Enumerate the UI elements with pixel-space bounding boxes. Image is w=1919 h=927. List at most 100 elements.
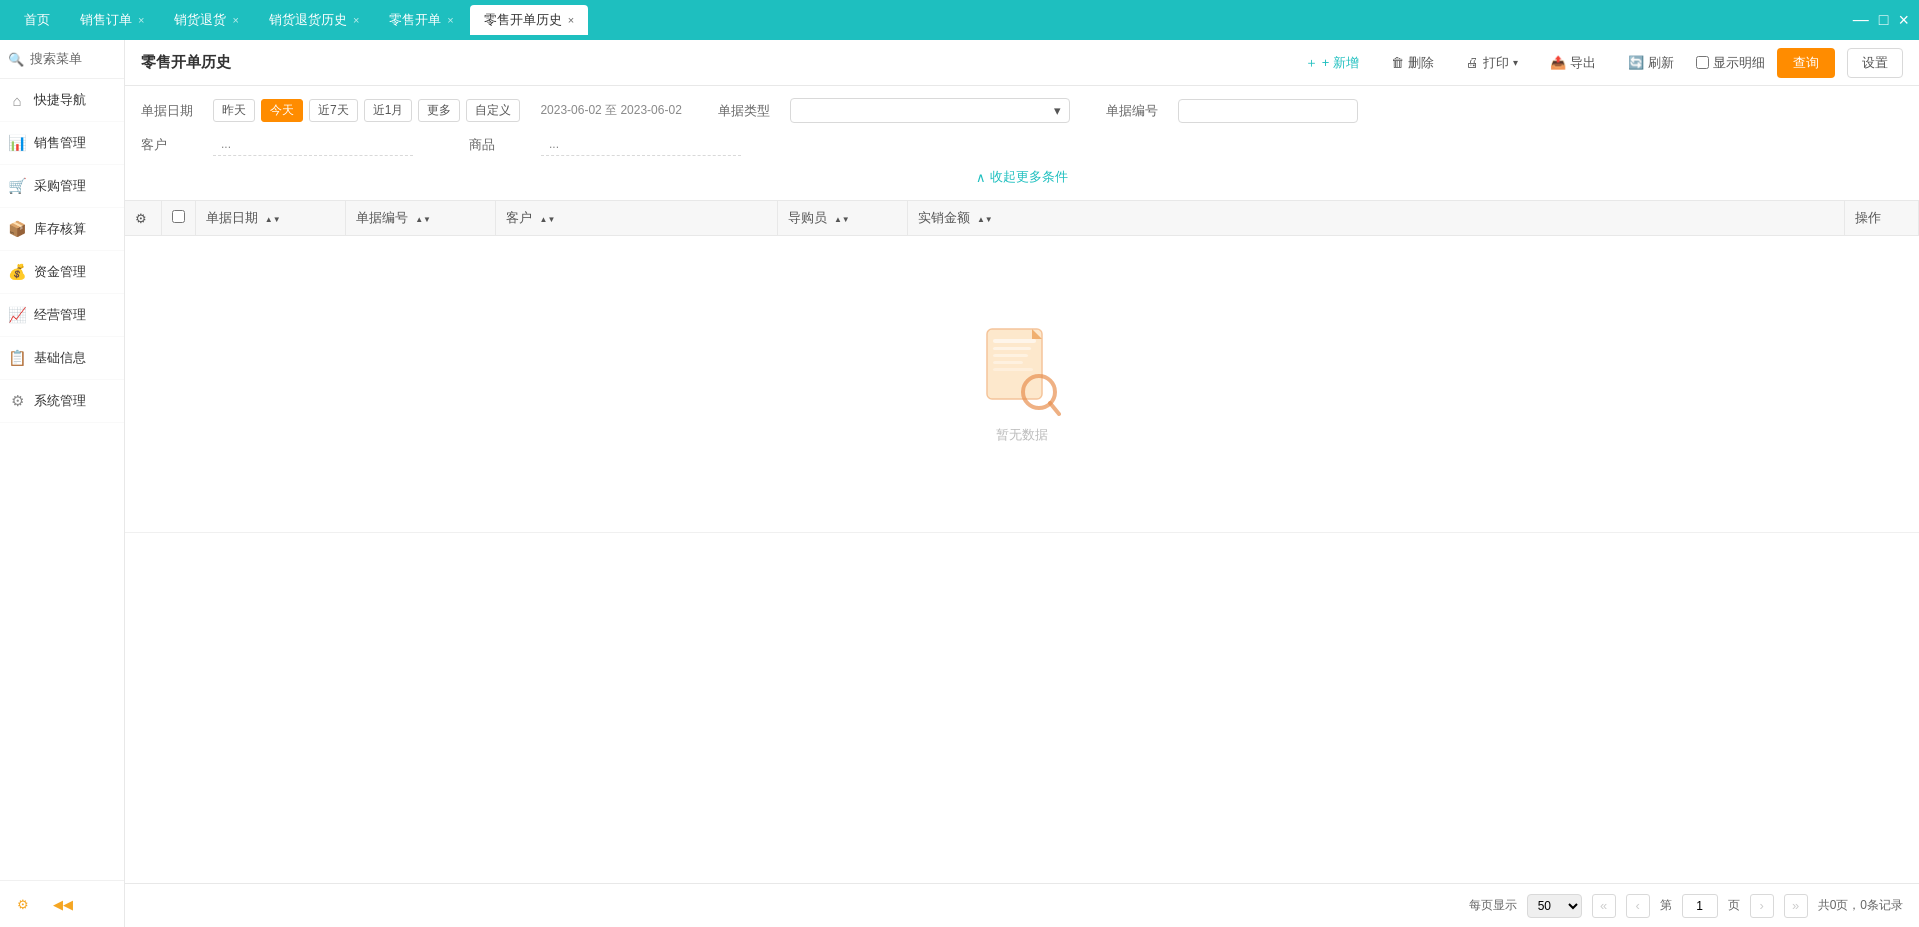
sort-icon-number[interactable]: ▲▼ xyxy=(415,215,431,224)
tab-sales-order-label: 销售订单 xyxy=(80,11,132,29)
select-all-checkbox[interactable] xyxy=(172,210,185,223)
date-btn-yesterday[interactable]: 昨天 xyxy=(213,99,255,122)
th-checkbox[interactable] xyxy=(161,201,195,236)
th-date[interactable]: 单据日期 ▲▼ xyxy=(195,201,345,236)
sidebar-item-quick-nav[interactable]: ⌂ 快捷导航 xyxy=(0,79,124,122)
type-label: 单据类型 xyxy=(718,102,774,120)
tab-sales-return[interactable]: 销货退货 × xyxy=(160,5,252,35)
sidebar-item-inventory[interactable]: 📦 库存核算 xyxy=(0,208,124,251)
sidebar-item-basic-info[interactable]: 📋 基础信息 xyxy=(0,337,124,380)
tab-sales-order-close[interactable]: × xyxy=(138,14,144,26)
date-btn-more[interactable]: 更多 xyxy=(418,99,460,122)
product-input[interactable] xyxy=(541,133,741,156)
search-icon: 🔍 xyxy=(8,52,24,67)
collapse-up-icon: ∧ xyxy=(976,170,986,185)
export-button[interactable]: 📤 导出 xyxy=(1540,49,1606,77)
tab-sales-return-label: 销货退货 xyxy=(174,11,226,29)
system-icon: ⚙ xyxy=(8,392,26,410)
delete-button[interactable]: 🗑 删除 xyxy=(1381,49,1444,77)
empty-text: 暂无数据 xyxy=(996,426,1048,444)
th-customer-label: 客户 xyxy=(506,210,532,225)
date-range-display: 2023-06-02 至 2023-06-02 xyxy=(540,102,681,119)
sidebar-item-purchase-mgmt[interactable]: 🛒 采购管理 xyxy=(0,165,124,208)
tab-retail-open[interactable]: 零售开单 × xyxy=(375,5,467,35)
sidebar-search[interactable]: 🔍 搜索菜单 xyxy=(0,40,124,79)
settings-button[interactable]: 设置 xyxy=(1847,48,1903,78)
empty-state: 暂无数据 xyxy=(135,244,1909,524)
table-body: 暂无数据 xyxy=(125,236,1919,533)
print-icon: 🖨 xyxy=(1466,55,1479,70)
column-settings-icon[interactable]: ⚙ xyxy=(135,211,147,226)
tab-retail-open-label: 零售开单 xyxy=(389,11,441,29)
query-button[interactable]: 查询 xyxy=(1777,48,1835,78)
sidebar-bottom: ⚙ ◀◀ xyxy=(0,880,124,927)
th-settings[interactable]: ⚙ xyxy=(125,201,161,236)
sort-icon-date[interactable]: ▲▼ xyxy=(265,215,281,224)
print-button[interactable]: 🖨 打印 ▾ xyxy=(1456,49,1528,77)
sidebar-item-operations-label: 经营管理 xyxy=(34,306,86,324)
last-page-btn[interactable]: » xyxy=(1784,894,1808,918)
add-button[interactable]: ＋ + 新增 xyxy=(1295,49,1369,77)
sort-icon-customer[interactable]: ▲▼ xyxy=(540,215,556,224)
svg-line-8 xyxy=(1050,403,1059,414)
th-customer[interactable]: 客户 ▲▼ xyxy=(496,201,777,236)
th-date-label: 单据日期 xyxy=(206,210,258,225)
tab-retail-open-close[interactable]: × xyxy=(447,14,453,26)
window-close-btn[interactable]: × xyxy=(1898,10,1909,31)
window-max-btn[interactable]: □ xyxy=(1879,11,1889,29)
sort-icon-salesperson[interactable]: ▲▼ xyxy=(834,215,850,224)
date-btn-1month[interactable]: 近1月 xyxy=(364,99,413,122)
sidebar-item-operations[interactable]: 📈 经营管理 xyxy=(0,294,124,337)
home-icon: ⌂ xyxy=(8,92,26,109)
sidebar-item-finance[interactable]: 💰 资金管理 xyxy=(0,251,124,294)
delete-icon: 🗑 xyxy=(1391,55,1404,70)
print-dropdown-icon: ▾ xyxy=(1513,57,1518,68)
first-page-btn[interactable]: « xyxy=(1592,894,1616,918)
tab-sales-order[interactable]: 销售订单 × xyxy=(66,5,158,35)
finance-icon: 💰 xyxy=(8,263,26,281)
date-btn-today[interactable]: 今天 xyxy=(261,99,303,122)
display-detail-checkbox[interactable] xyxy=(1696,56,1709,69)
refresh-button[interactable]: 🔄 刷新 xyxy=(1618,49,1684,77)
tab-sales-return-close[interactable]: × xyxy=(232,14,238,26)
last-page-icon: » xyxy=(1792,898,1799,913)
sidebar-item-inventory-label: 库存核算 xyxy=(34,220,86,238)
sidebar-settings-btn[interactable]: ⚙ xyxy=(8,889,38,919)
prev-page-btn[interactable]: ‹ xyxy=(1626,894,1650,918)
date-buttons: 昨天 今天 近7天 近1月 更多 自定义 xyxy=(213,99,520,122)
sort-icon-amount[interactable]: ▲▼ xyxy=(977,215,993,224)
date-btn-7days[interactable]: 近7天 xyxy=(309,99,358,122)
th-salesperson[interactable]: 导购员 ▲▼ xyxy=(777,201,907,236)
tab-sales-return-history-close[interactable]: × xyxy=(353,14,359,26)
sidebar-item-sales-mgmt[interactable]: 📊 销售管理 xyxy=(0,122,124,165)
tab-retail-open-history-close[interactable]: × xyxy=(568,14,574,26)
th-actions-label: 操作 xyxy=(1855,210,1881,225)
collapse-label: 收起更多条件 xyxy=(990,168,1068,186)
tab-home[interactable]: 首页 xyxy=(10,5,64,35)
th-amount[interactable]: 实销金额 ▲▼ xyxy=(907,201,1845,236)
th-number[interactable]: 单据编号 ▲▼ xyxy=(345,201,495,236)
table-area: ⚙ 单据日期 ▲▼ 单据编号 ▲▼ xyxy=(125,201,1919,883)
window-min-btn[interactable]: — xyxy=(1853,11,1869,29)
tab-retail-open-history[interactable]: 零售开单历史 × xyxy=(470,5,588,35)
svg-rect-4 xyxy=(993,361,1023,364)
type-select[interactable]: ▾ xyxy=(790,98,1070,123)
operations-icon: 📈 xyxy=(8,306,26,324)
sidebar-item-system-mgmt[interactable]: ⚙ 系统管理 xyxy=(0,380,124,423)
customer-input[interactable] xyxy=(213,133,413,156)
toolbar: ＋ + 新增 🗑 删除 🖨 打印 ▾ 📤 导出 🔄 xyxy=(1295,48,1903,78)
next-page-btn[interactable]: › xyxy=(1750,894,1774,918)
page-size-select[interactable]: 10 20 50 100 xyxy=(1527,894,1582,918)
number-input[interactable] xyxy=(1178,99,1358,123)
prev-page-icon: ‹ xyxy=(1635,898,1639,913)
display-detail-toggle[interactable]: 显示明细 xyxy=(1696,54,1765,72)
page-input[interactable] xyxy=(1682,894,1718,918)
date-btn-custom[interactable]: 自定义 xyxy=(466,99,520,122)
svg-rect-5 xyxy=(993,368,1033,371)
empty-svg xyxy=(977,324,1067,424)
sidebar-collapse-btn[interactable]: ◀◀ xyxy=(48,889,78,919)
collapse-bar[interactable]: ∧ 收起更多条件 xyxy=(141,166,1903,188)
print-label: 打印 xyxy=(1483,54,1509,72)
page-total: 共0页，0条记录 xyxy=(1818,897,1903,914)
tab-sales-return-history[interactable]: 销货退货历史 × xyxy=(255,5,373,35)
